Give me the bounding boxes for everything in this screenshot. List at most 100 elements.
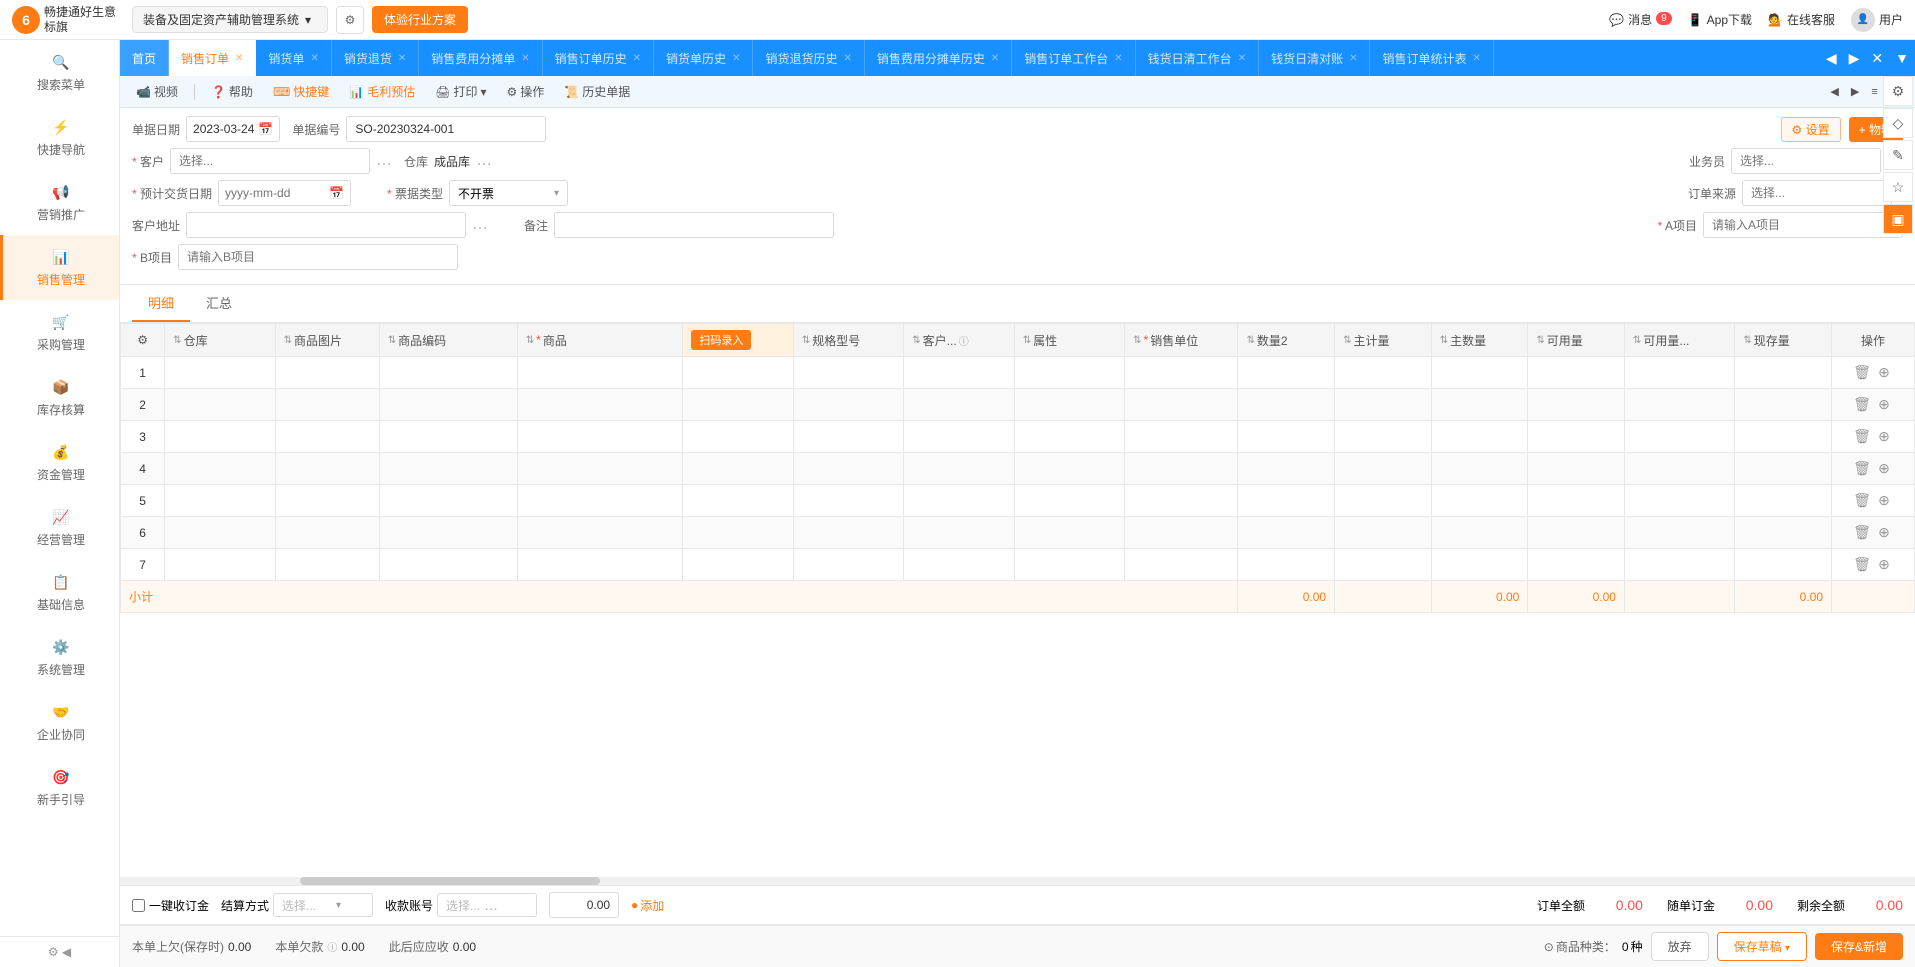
a-project-input[interactable] [1703,212,1903,238]
row5-available2[interactable] [1624,485,1734,517]
th-stock[interactable]: ⇅现存量 [1735,324,1832,357]
row2-available[interactable] [1528,389,1625,421]
row7-warehouse[interactable] [165,549,275,581]
row5-stock[interactable] [1735,485,1832,517]
row3-copy-btn[interactable]: ⊕ [1875,428,1893,446]
tab-expense-history[interactable]: 销售费用分摊单历史 ✕ [865,40,1012,76]
right-btn-1[interactable]: ⚙ [1883,76,1913,106]
row3-delete-btn[interactable]: 🗑 [1853,428,1871,446]
operation-btn[interactable]: ⚙ 操作 [503,81,549,102]
row4-available[interactable] [1528,453,1625,485]
table-wrapper[interactable]: ⚙ ⇅仓库 ⇅商品图片 ⇅商品编码 ⇅*商品 扫码录入 [120,323,1915,877]
salesperson-input[interactable] [1731,148,1881,174]
row3-available2[interactable] [1624,421,1734,453]
row4-main-unit[interactable] [1335,453,1432,485]
tab-home[interactable]: 首页 [120,40,169,76]
row2-qty2[interactable] [1238,389,1335,421]
row2-product-img[interactable] [275,389,379,421]
customer-input[interactable] [170,148,370,174]
row2-unit[interactable] [1125,389,1238,421]
row6-customer-code[interactable] [904,517,1014,549]
tab-cash-reconcile[interactable]: 钱货日清对账 ✕ [1259,40,1370,76]
row6-stock[interactable] [1735,517,1832,549]
row3-qty2[interactable] [1238,421,1335,453]
tab-sales-return-history-close[interactable]: ✕ [732,53,740,64]
save-draft-button[interactable]: 保存草稿 ▾ [1717,932,1807,961]
row5-main-qty[interactable] [1431,485,1528,517]
row6-unit[interactable] [1125,517,1238,549]
tab-cash-daily-close[interactable]: ✕ [1238,53,1246,64]
row6-product-code[interactable] [379,517,517,549]
settings-icon-button[interactable]: ⚙ [336,6,364,34]
message-btn[interactable]: 💬 消息 9 [1609,11,1672,28]
row5-spec[interactable] [793,485,903,517]
nav-prev-btn[interactable]: ◀ [1826,83,1842,100]
row1-attribute[interactable] [1014,357,1124,389]
sidebar-collapse-button[interactable]: ⚙ ◀ [0,937,119,967]
sidebar-item-sales[interactable]: 📊 销售管理 [0,235,119,300]
th-attribute[interactable]: ⇅属性 [1014,324,1124,357]
right-btn-5[interactable]: ▣ [1883,204,1913,234]
sidebar-item-base-info[interactable]: 📋 基础信息 [0,560,119,625]
delivery-date-input-wrapper[interactable]: 📅 [218,180,351,206]
row7-product-code[interactable] [379,549,517,581]
row5-qty2[interactable] [1238,485,1335,517]
row4-delete-btn[interactable]: 🗑 [1853,460,1871,478]
warehouse-ellipsis[interactable]: … [476,153,492,169]
row2-product[interactable] [517,389,683,421]
sidebar-item-purchase[interactable]: 🛒 采购管理 [0,300,119,365]
row5-product-code[interactable] [379,485,517,517]
tab-sales-history-close[interactable]: ✕ [633,53,641,64]
row2-main-qty[interactable] [1431,389,1528,421]
row6-delete-btn[interactable]: 🗑 [1853,524,1871,542]
row5-delete-btn[interactable]: 🗑 [1853,492,1871,510]
row2-product-code[interactable] [379,389,517,421]
row6-qty2[interactable] [1238,517,1335,549]
detail-tab-detail[interactable]: 明细 [132,285,190,322]
row4-stock[interactable] [1735,453,1832,485]
row2-attribute[interactable] [1014,389,1124,421]
row6-available2[interactable] [1624,517,1734,549]
tab-sales-expense-close[interactable]: ✕ [521,53,529,64]
th-unit[interactable]: ⇅*销售单位 [1125,324,1238,357]
tab-sales-return[interactable]: 销货单 ✕ [256,40,331,76]
tab-cash-reconcile-close[interactable]: ✕ [1349,53,1357,64]
sidebar-item-quick-nav[interactable]: ⚡ 快捷导航 [0,105,119,170]
right-btn-2[interactable]: ◇ [1883,108,1913,138]
tab-refund-history-close[interactable]: ✕ [843,53,851,64]
tab-next-btn[interactable]: ▶ [1843,40,1866,76]
add-payment-btn[interactable]: ● 添加 [631,897,664,914]
tab-sales-refund[interactable]: 销货退货 ✕ [332,40,419,76]
row4-qty2[interactable] [1238,453,1335,485]
row1-available[interactable] [1528,357,1625,389]
row1-customer-code[interactable] [904,357,1014,389]
row4-warehouse[interactable] [165,453,275,485]
row7-available[interactable] [1528,549,1625,581]
row5-copy-btn[interactable]: ⊕ [1875,492,1893,510]
row7-available2[interactable] [1624,549,1734,581]
sidebar-item-system[interactable]: ⚙️ 系统管理 [0,625,119,690]
row5-main-unit[interactable] [1335,485,1432,517]
row2-warehouse[interactable] [165,389,275,421]
th-settings[interactable]: ⚙ [121,324,165,357]
tab-sales-history[interactable]: 销售订单历史 ✕ [543,40,654,76]
sidebar-item-inventory[interactable]: 📦 库存核算 [0,365,119,430]
row2-available2[interactable] [1624,389,1734,421]
row4-unit[interactable] [1125,453,1238,485]
sidebar-item-marketing[interactable]: 📢 营销推广 [0,170,119,235]
tab-prev-btn[interactable]: ◀ [1820,40,1843,76]
single-date-input-wrapper[interactable]: 2023-03-24 📅 [186,116,280,142]
row3-main-qty[interactable] [1431,421,1528,453]
scroll-track[interactable] [120,877,1915,885]
th-product-code[interactable]: ⇅商品编码 [379,324,517,357]
row2-delete-btn[interactable]: 🗑 [1853,396,1871,414]
row5-available[interactable] [1528,485,1625,517]
row1-stock[interactable] [1735,357,1832,389]
row2-copy-btn[interactable]: ⊕ [1875,396,1893,414]
row3-spec[interactable] [793,421,903,453]
row1-copy-btn[interactable]: ⊕ [1875,364,1893,382]
th-product-img[interactable]: ⇅商品图片 [275,324,379,357]
row7-main-qty[interactable] [1431,549,1528,581]
row1-delete-btn[interactable]: 🗑 [1853,364,1871,382]
tab-sales-return-history[interactable]: 销货单历史 ✕ [654,40,753,76]
